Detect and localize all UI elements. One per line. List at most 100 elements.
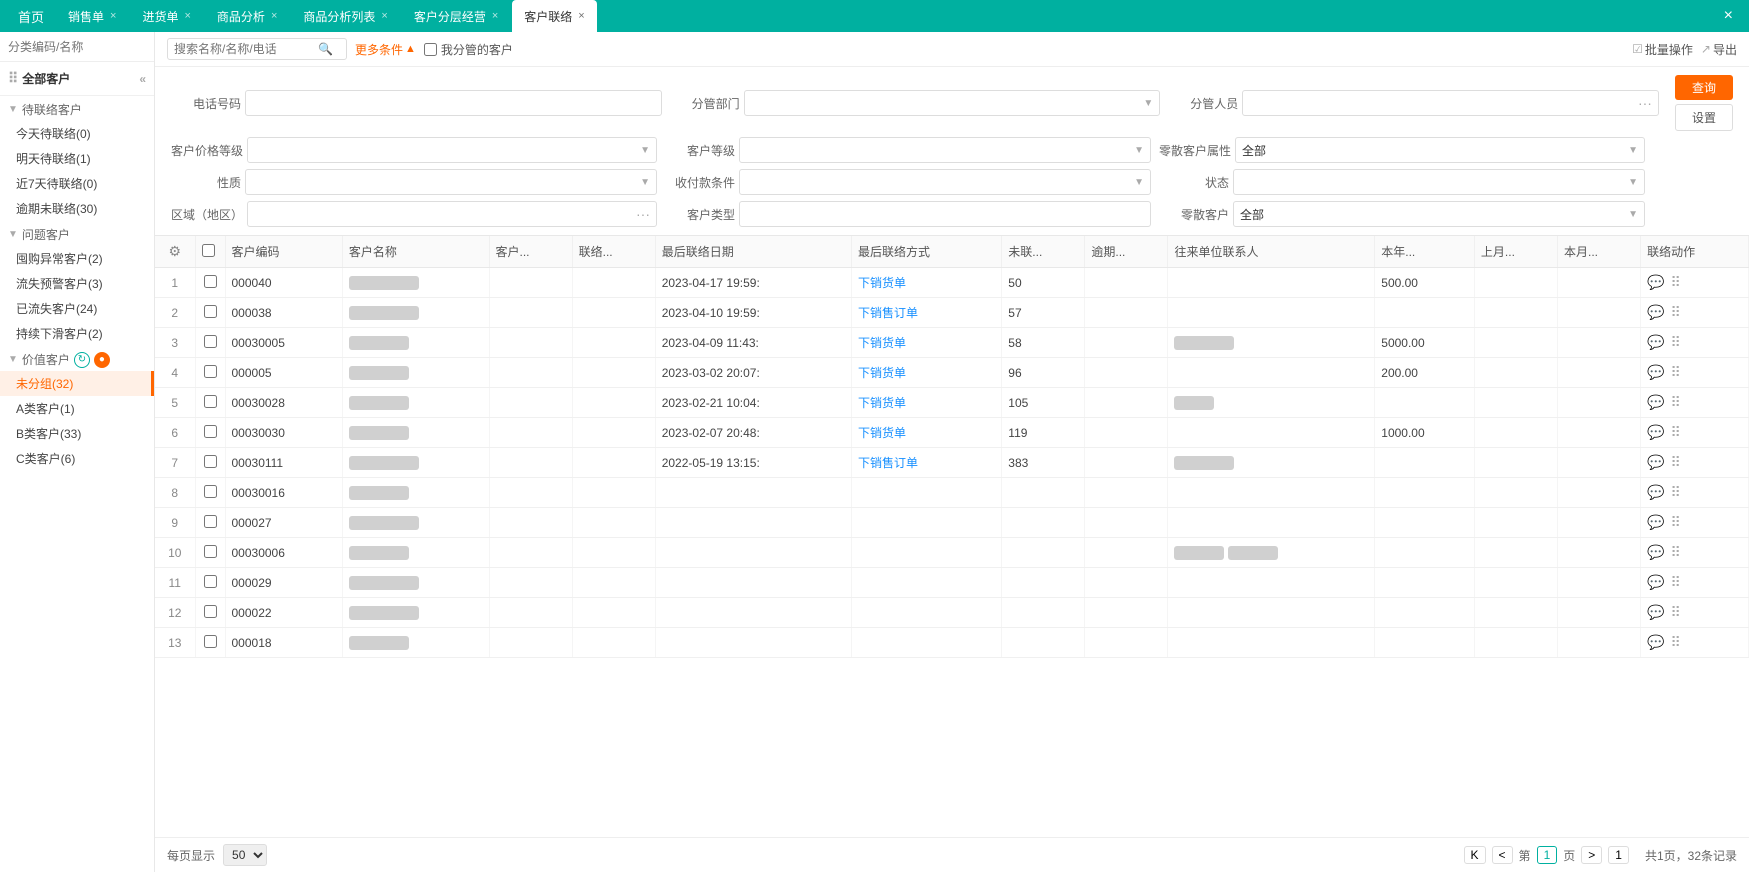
global-close-icon[interactable]: × — [1716, 7, 1741, 25]
sidebar-item-today-contact[interactable]: 今天待联络(0) — [0, 121, 154, 146]
last-page-btn[interactable]: 1 — [1608, 846, 1629, 864]
filter-manager-input[interactable]: ··· — [1242, 90, 1659, 116]
sidebar-item-overdue-contact[interactable]: 逾期未联络(30) — [0, 196, 154, 221]
row-checkbox[interactable] — [204, 365, 217, 378]
sidebar-item-7days-contact[interactable]: 近7天待联络(0) — [0, 171, 154, 196]
chat-icon[interactable]: 💬 — [1647, 304, 1664, 321]
export-btn[interactable]: ↗ 导出 — [1701, 41, 1737, 58]
grid-icon[interactable]: ⠿ — [1671, 634, 1681, 651]
filter-status-select[interactable]: ▼ — [1233, 169, 1645, 195]
chat-icon[interactable]: 💬 — [1647, 454, 1664, 471]
chat-icon[interactable]: 💬 — [1647, 544, 1664, 561]
sidebar-item-tomorrow-contact[interactable]: 明天待联络(1) — [0, 146, 154, 171]
search-input[interactable] — [174, 42, 314, 56]
tab-customer-contact[interactable]: 客户联络 × — [512, 0, 596, 32]
sidebar-item-churn-warning[interactable]: 流失预警客户(3) — [0, 271, 154, 296]
sidebar-item-churned[interactable]: 已流失客户(24) — [0, 296, 154, 321]
filter-payment-select[interactable]: ▼ — [739, 169, 1151, 195]
tab-purchase-order[interactable]: 进货单 × — [130, 0, 202, 32]
filter-manager-dots[interactable]: ··· — [1638, 95, 1652, 111]
col-contact-person[interactable]: 往来单位联系人 — [1168, 236, 1375, 268]
chat-icon[interactable]: 💬 — [1647, 574, 1664, 591]
chat-icon[interactable]: 💬 — [1647, 514, 1664, 531]
current-page-number[interactable]: 1 — [1537, 846, 1558, 864]
chat-icon[interactable]: 💬 — [1647, 274, 1664, 291]
row-checkbox[interactable] — [204, 275, 217, 288]
contact-method-link[interactable]: 下销货单 — [858, 366, 906, 380]
row-checkbox[interactable] — [204, 575, 217, 588]
close-customer-tier-icon[interactable]: × — [492, 10, 498, 22]
filter-phone-input[interactable] — [245, 90, 662, 116]
sidebar-item-class-b[interactable]: B类客户(33) — [0, 421, 154, 446]
row-checkbox[interactable] — [204, 515, 217, 528]
chat-icon[interactable]: 💬 — [1647, 634, 1664, 651]
refresh-icon[interactable]: ↻ — [74, 352, 90, 368]
sidebar-item-unclassified[interactable]: 未分组(32) — [0, 371, 154, 396]
sidebar-item-class-a[interactable]: A类客户(1) — [0, 396, 154, 421]
col-contact[interactable]: 联络... — [572, 236, 655, 268]
col-last-contact-date[interactable]: 最后联络日期 — [655, 236, 851, 268]
col-type[interactable]: 客户... — [489, 236, 572, 268]
grid-icon[interactable]: ⠿ — [1671, 484, 1681, 501]
more-conditions-btn[interactable]: 更多条件 ▲ — [355, 41, 416, 58]
grid-icon[interactable]: ⠿ — [1671, 544, 1681, 561]
col-last-month[interactable]: 上月... — [1474, 236, 1557, 268]
chat-icon[interactable]: 💬 — [1647, 424, 1664, 441]
close-purchase-order-icon[interactable]: × — [184, 10, 190, 22]
chat-icon[interactable]: 💬 — [1647, 604, 1664, 621]
all-customers-item[interactable]: ⠿ 全部客户 « — [0, 62, 154, 96]
grid-icon[interactable]: ⠿ — [1671, 364, 1681, 381]
col-code[interactable]: 客户编码 — [225, 236, 342, 268]
chat-icon[interactable]: 💬 — [1647, 334, 1664, 351]
col-this-month[interactable]: 本月... — [1558, 236, 1641, 268]
contact-method-link[interactable]: 下销货单 — [858, 426, 906, 440]
row-checkbox[interactable] — [204, 395, 217, 408]
filter-retail-attr-select[interactable]: 全部 ▼ — [1235, 137, 1645, 163]
grid-icon[interactable]: ⠿ — [1671, 604, 1681, 621]
home-tab[interactable]: 首页 — [8, 0, 54, 32]
filter-region-input[interactable]: ··· — [247, 201, 657, 227]
contact-method-link[interactable]: 下销售订单 — [858, 306, 918, 320]
col-not-contacted[interactable]: 未联... — [1002, 236, 1085, 268]
grid-icon[interactable]: ⠿ — [1671, 274, 1681, 291]
my-customers-checkbox[interactable] — [424, 43, 437, 56]
sidebar-item-hoarding[interactable]: 囤购异常客户(2) — [0, 246, 154, 271]
grid-icon[interactable]: ⠿ — [1671, 334, 1681, 351]
reset-button[interactable]: 设置 — [1675, 104, 1733, 131]
filter-customer-type-input[interactable] — [739, 201, 1151, 227]
filter-retail-customer-select[interactable]: 全部 ▼ — [1233, 201, 1645, 227]
grid-icon[interactable]: ⠿ — [1671, 454, 1681, 471]
next-page-btn[interactable]: > — [1581, 846, 1602, 864]
contact-method-link[interactable]: 下销售订单 — [858, 456, 918, 470]
row-checkbox[interactable] — [204, 305, 217, 318]
close-product-analysis-icon[interactable]: × — [271, 10, 277, 22]
grid-icon[interactable]: ⠿ — [1671, 304, 1681, 321]
row-checkbox[interactable] — [204, 545, 217, 558]
row-checkbox[interactable] — [204, 485, 217, 498]
filter-customer-level-select[interactable]: ▼ — [739, 137, 1151, 163]
chat-icon[interactable]: 💬 — [1647, 484, 1664, 501]
contact-method-link[interactable]: 下销货单 — [858, 336, 906, 350]
sidebar-collapse-icon[interactable]: « — [139, 72, 146, 86]
filter-dept-select[interactable]: ▼ — [744, 90, 1161, 116]
chat-icon[interactable]: 💬 — [1647, 364, 1664, 381]
col-this-year[interactable]: 本年... — [1375, 236, 1475, 268]
chat-icon[interactable]: 💬 — [1647, 394, 1664, 411]
contact-method-link[interactable]: 下销货单 — [858, 396, 906, 410]
col-overdue[interactable]: 逾期... — [1085, 236, 1168, 268]
close-sales-order-icon[interactable]: × — [110, 10, 116, 22]
grid-icon[interactable]: ⠿ — [1671, 424, 1681, 441]
filter-nature-select[interactable]: ▼ — [245, 169, 657, 195]
row-checkbox[interactable] — [204, 635, 217, 648]
row-checkbox[interactable] — [204, 605, 217, 618]
batch-operation-btn[interactable]: ☑ 批量操作 — [1632, 41, 1693, 58]
sidebar-item-class-c[interactable]: C类客户(6) — [0, 446, 154, 471]
tab-customer-tier[interactable]: 客户分层经营 × — [402, 0, 510, 32]
col-last-contact-method[interactable]: 最后联络方式 — [852, 236, 1002, 268]
select-all-checkbox[interactable] — [202, 244, 215, 257]
sidebar-search-input[interactable] — [8, 40, 155, 54]
tab-product-analysis[interactable]: 商品分析 × — [205, 0, 289, 32]
search-icon[interactable]: 🔍 — [318, 42, 333, 56]
first-page-btn[interactable]: K — [1464, 846, 1486, 864]
close-product-analysis-list-icon[interactable]: × — [381, 10, 387, 22]
